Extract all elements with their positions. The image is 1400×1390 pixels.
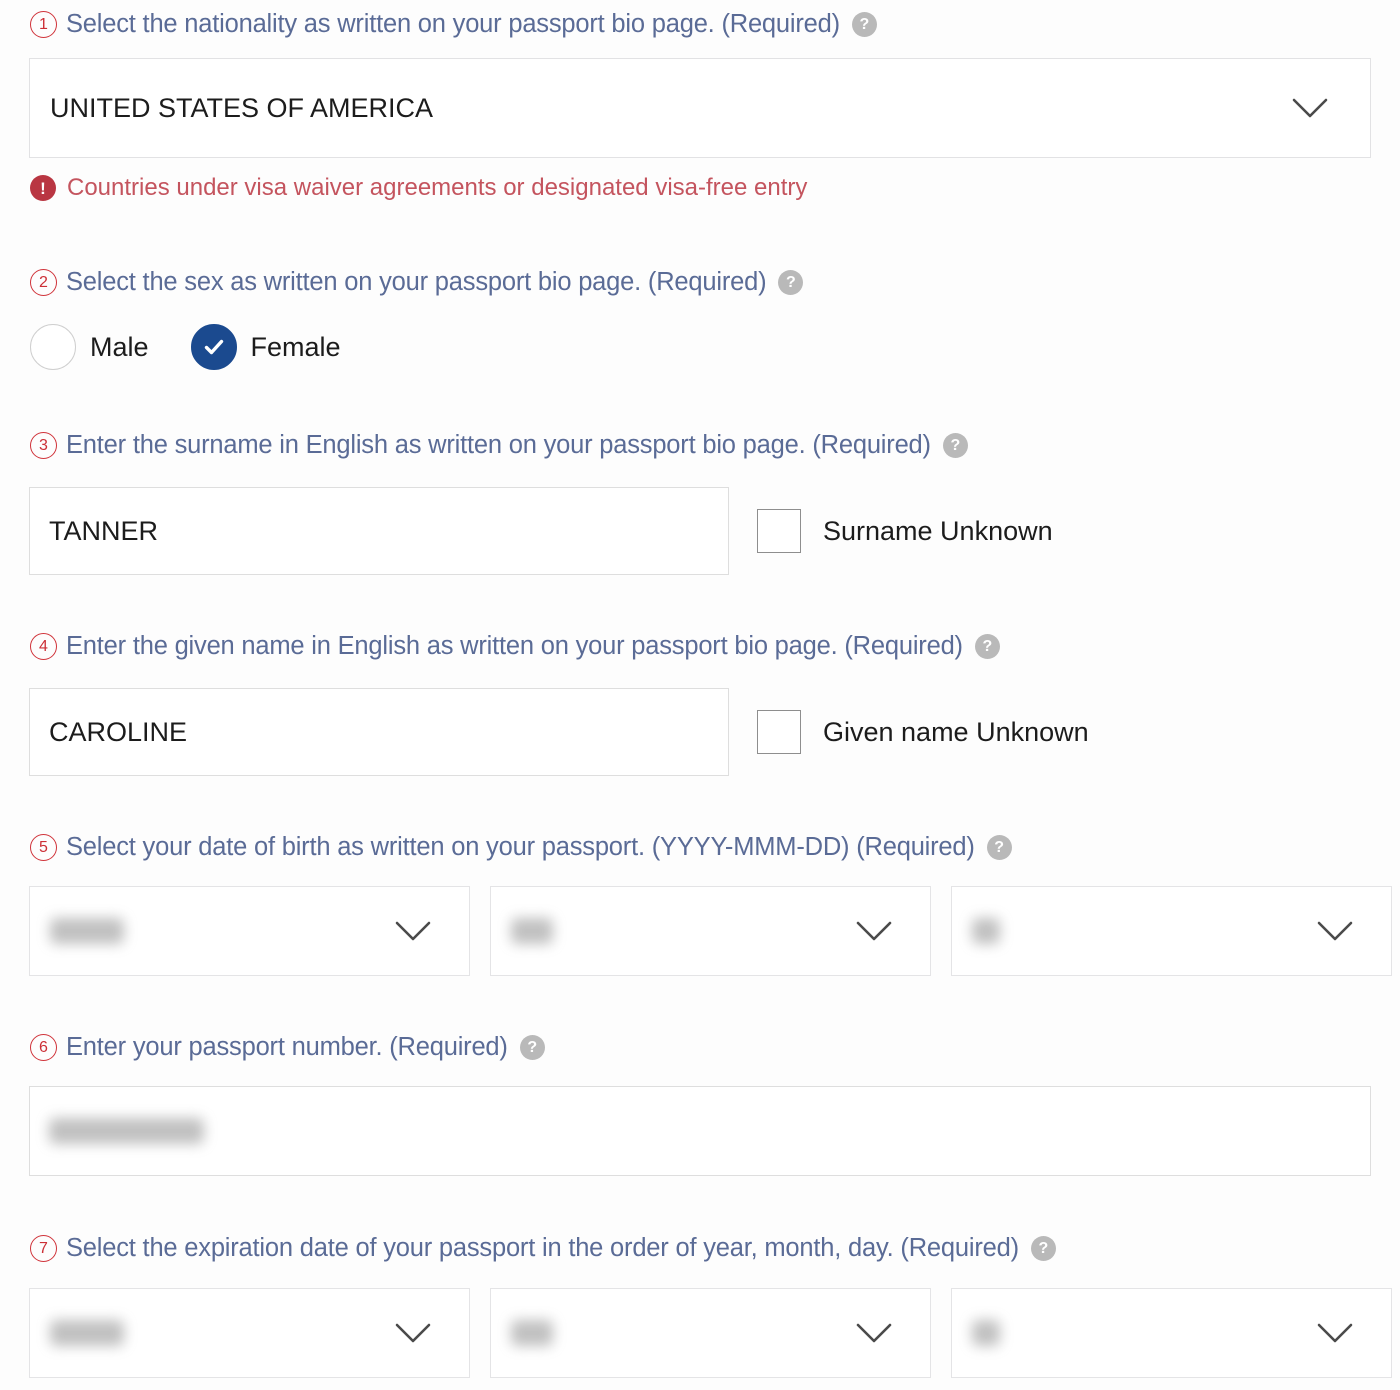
surname-input-value: TANNER [49,515,159,546]
exp-month-select[interactable] [490,1288,931,1378]
dob-year-value [50,918,124,944]
question-1-header: 1 Select the nationality as written on y… [0,10,1400,39]
surname-row: TANNER Surname Unknown [0,487,1400,575]
surname-unknown-label: Surname Unknown [823,515,1053,546]
question-4-label: Enter the given name in English as writt… [66,632,963,660]
exp-day-value [972,1320,1000,1346]
question-1-nationality: 1 Select the nationality as written on y… [0,10,1400,39]
date-of-birth-row [0,886,1400,976]
chevron-down-icon [1315,919,1355,943]
question-number-badge-3: 3 [30,432,57,459]
question-2-header: 2 Select the sex as written on your pass… [0,268,1400,297]
question-3-header: 3 Enter the surname in English as writte… [0,431,1400,460]
visa-waiver-warning-row: ! Countries under visa waiver agreements… [0,174,1400,202]
question-7-expiration-date: 7 Select the expiration date of your pas… [0,1234,1400,1263]
given-name-input[interactable]: CAROLINE [29,688,729,776]
dob-month-value [511,918,553,944]
chevron-down-icon [854,919,894,943]
given-name-input-value: CAROLINE [49,716,188,747]
radio-circle-male[interactable] [30,324,76,370]
exp-year-select[interactable] [29,1288,470,1378]
question-5-label: Select your date of birth as written on … [66,833,975,861]
exp-day-select[interactable] [951,1288,1392,1378]
exp-month-value [511,1320,553,1346]
nationality-select-box[interactable]: UNITED STATES OF AMERICA [29,58,1371,158]
question-6-passport-number: 6 Enter your passport number. (Required)… [0,1033,1400,1062]
visa-waiver-warning-text: Countries under visa waiver agreements o… [67,174,808,201]
alert-icon: ! [30,175,56,201]
dob-day-value [972,918,1000,944]
question-number-badge-4: 4 [30,633,57,660]
chevron-down-icon [1315,1321,1355,1345]
dob-day-select[interactable] [951,886,1392,976]
help-icon[interactable]: ? [519,1035,545,1060]
date-of-birth-selects [0,886,1400,976]
given-name-input-row: CAROLINE Given name Unknown [0,688,1400,776]
question-5-header: 5 Select your date of birth as written o… [0,833,1400,862]
question-6-label: Enter your passport number. (Required) [66,1033,508,1061]
surname-unknown-checkbox-wrap[interactable]: Surname Unknown [757,509,1053,553]
nationality-selected-value: UNITED STATES OF AMERICA [50,92,434,123]
question-7-label: Select the expiration date of your passp… [66,1234,1019,1262]
question-2-label: Select the sex as written on your passpo… [66,268,767,296]
passport-number-input[interactable] [29,1086,1371,1176]
help-icon[interactable]: ? [1030,1236,1056,1261]
help-icon[interactable]: ? [851,12,877,37]
exp-year-value [50,1320,124,1346]
check-icon [204,339,223,355]
question-number-badge-7: 7 [30,1235,57,1262]
given-name-unknown-checkbox-wrap[interactable]: Given name Unknown [757,710,1089,754]
question-6-header: 6 Enter your passport number. (Required)… [0,1033,1400,1062]
question-2-sex: 2 Select the sex as written on your pass… [0,268,1400,297]
question-number-badge-2: 2 [30,269,57,296]
help-icon[interactable]: ? [986,835,1012,860]
question-3-surname: 3 Enter the surname in English as writte… [0,431,1400,460]
help-icon[interactable]: ? [942,433,968,458]
dob-year-select[interactable] [29,886,470,976]
question-number-badge-5: 5 [30,834,57,861]
dob-month-select[interactable] [490,886,931,976]
given-name-row: CAROLINE Given name Unknown [0,688,1400,776]
nationality-select[interactable]: UNITED STATES OF AMERICA [29,58,1371,158]
passport-number-row [0,1086,1400,1176]
sex-options-row: Male Female [0,324,1400,370]
surname-input-row: TANNER Surname Unknown [0,487,1400,575]
radio-circle-female[interactable] [190,324,237,370]
chevron-down-icon [1290,96,1330,120]
given-name-unknown-checkbox[interactable] [757,710,801,754]
nationality-warning: ! Countries under visa waiver agreements… [0,174,1400,202]
question-3-label: Enter the surname in English as written … [66,431,931,459]
passport-number-value [49,1118,204,1144]
question-4-given-name: 4 Enter the given name in English as wri… [0,632,1400,661]
given-name-unknown-label: Given name Unknown [823,716,1089,747]
question-1-label: Select the nationality as written on you… [66,10,840,38]
expiration-date-row [0,1288,1400,1378]
sex-radio-group: Male Female [0,324,1400,370]
chevron-down-icon [393,1321,433,1345]
help-icon[interactable]: ? [778,270,804,295]
surname-unknown-checkbox[interactable] [757,509,801,553]
passport-information-form: 1 Select the nationality as written on y… [0,0,1400,1390]
question-4-header: 4 Enter the given name in English as wri… [0,632,1400,661]
radio-option-male[interactable]: Male [30,324,149,370]
expiration-date-selects [0,1288,1400,1378]
chevron-down-icon [854,1321,894,1345]
question-number-badge-1: 1 [30,11,57,38]
question-7-header: 7 Select the expiration date of your pas… [0,1234,1400,1263]
passport-number-input-row [0,1086,1400,1176]
chevron-down-icon [393,919,433,943]
question-number-badge-6: 6 [30,1034,57,1061]
help-icon[interactable]: ? [974,634,1000,659]
question-5-date-of-birth: 5 Select your date of birth as written o… [0,833,1400,862]
radio-label-female: Female [250,331,341,362]
surname-input[interactable]: TANNER [29,487,729,575]
radio-option-female[interactable]: Female [190,324,341,370]
radio-label-male: Male [90,331,149,362]
